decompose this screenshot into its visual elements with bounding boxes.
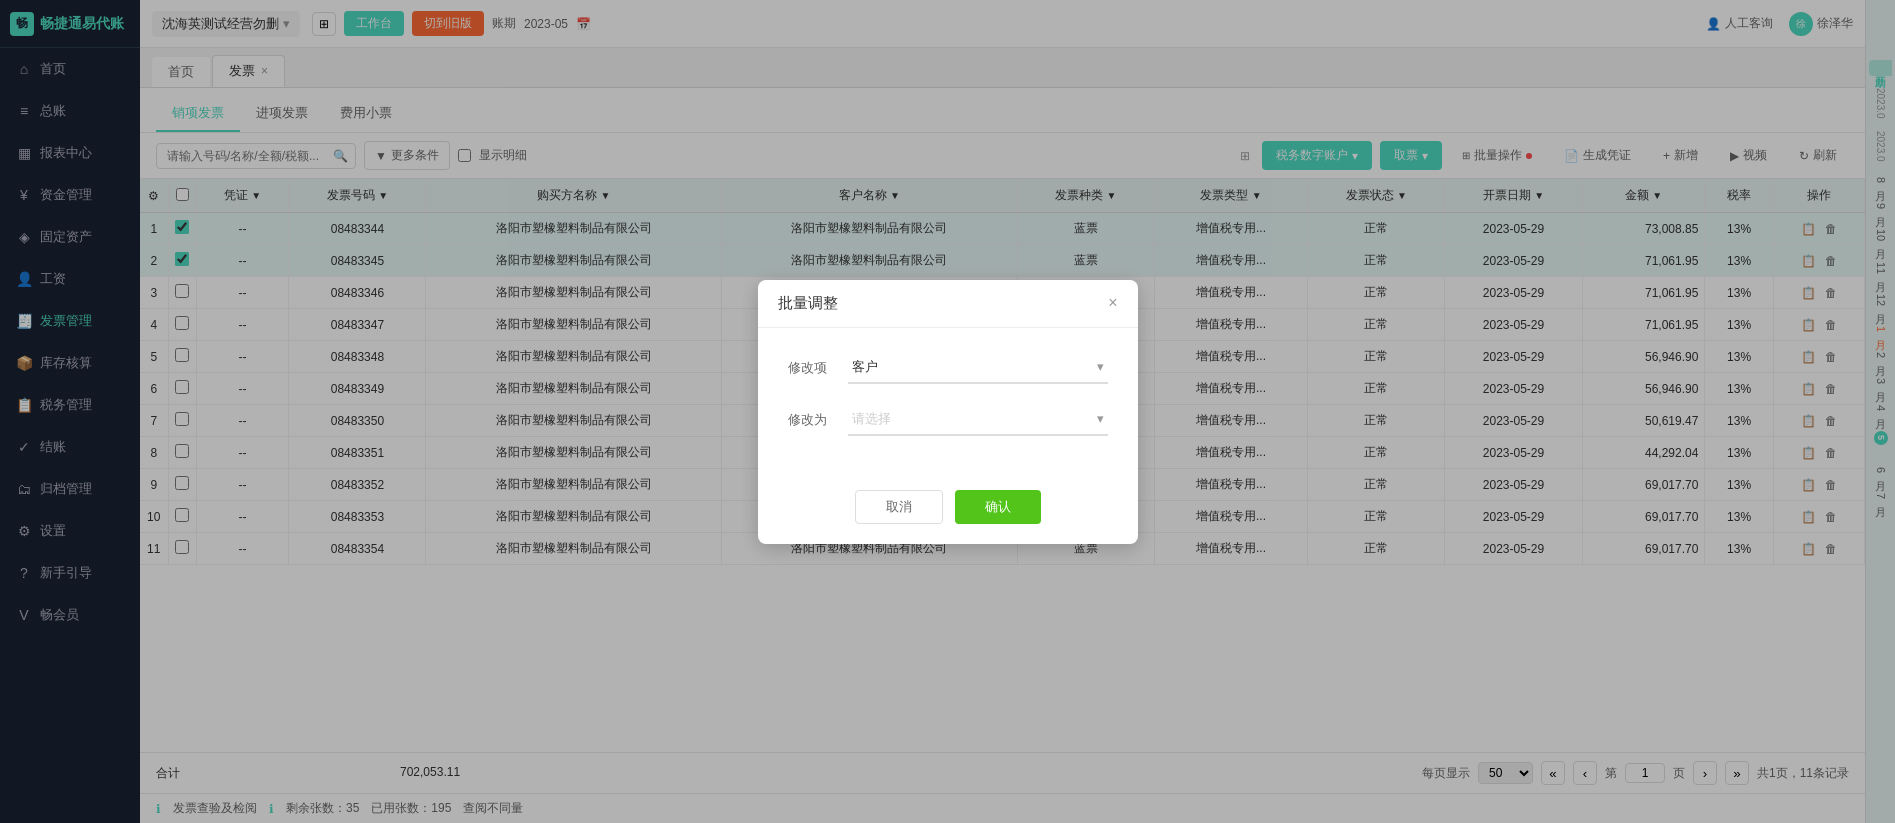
modify-to-chevron-icon: ▾	[1097, 411, 1104, 426]
modify-field-select: 客户 ▾	[848, 352, 1108, 384]
modal-overlay: 批量调整 × 修改项 客户 ▾ 修改为 请选择 ▾	[0, 0, 1895, 823]
modify-to-label: 修改为	[788, 411, 848, 429]
modify-to-select: 请选择 ▾	[848, 404, 1108, 436]
modify-to-dropdown[interactable]: 请选择 ▾	[848, 404, 1108, 435]
modify-to-placeholder: 请选择	[852, 410, 891, 428]
modify-field-dropdown[interactable]: 客户 ▾	[848, 352, 1108, 383]
modify-field-chevron-icon: ▾	[1097, 359, 1104, 374]
batch-adjust-modal: 批量调整 × 修改项 客户 ▾ 修改为 请选择 ▾	[758, 280, 1138, 544]
modal-footer: 取消 确认	[758, 480, 1138, 544]
form-row-modify-field: 修改项 客户 ▾	[788, 352, 1108, 384]
modal-body: 修改项 客户 ▾ 修改为 请选择 ▾	[758, 328, 1138, 480]
modify-field-label: 修改项	[788, 359, 848, 377]
form-row-modify-to: 修改为 请选择 ▾	[788, 404, 1108, 436]
modal-title: 批量调整	[778, 294, 838, 313]
cancel-button[interactable]: 取消	[855, 490, 943, 524]
modal-header: 批量调整 ×	[758, 280, 1138, 328]
confirm-button[interactable]: 确认	[955, 490, 1041, 524]
modify-field-value: 客户	[852, 358, 878, 376]
modal-close-button[interactable]: ×	[1108, 294, 1117, 312]
